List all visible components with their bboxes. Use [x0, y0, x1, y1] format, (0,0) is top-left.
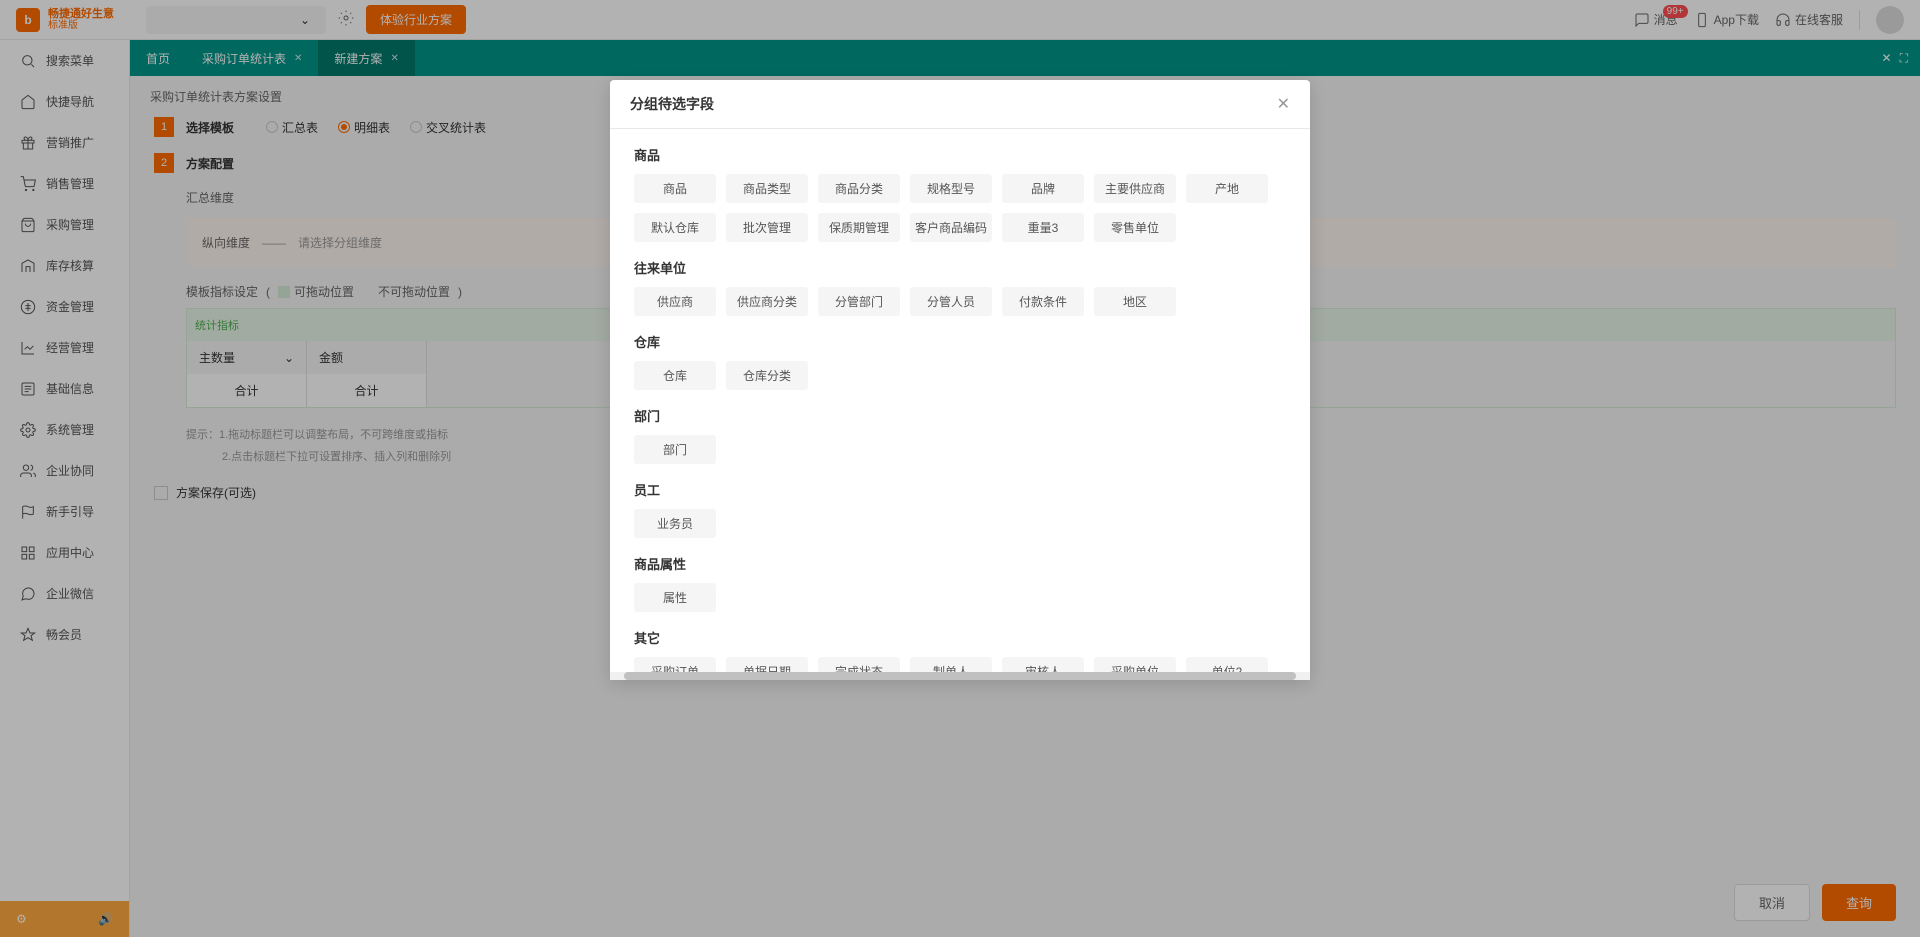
field-tag[interactable]: 重量3 — [1002, 213, 1084, 242]
field-group-1: 往来单位供应商供应商分类分管部门分管人员付款条件地区 — [634, 258, 1286, 316]
field-tag[interactable]: 供应商 — [634, 287, 716, 316]
field-tag[interactable]: 规格型号 — [910, 174, 992, 203]
field-group-title: 商品属性 — [634, 554, 1286, 573]
field-group-title: 商品 — [634, 145, 1286, 164]
field-group-title: 仓库 — [634, 332, 1286, 351]
field-group-0: 商品商品商品类型商品分类规格型号品牌主要供应商产地默认仓库批次管理保质期管理客户… — [634, 145, 1286, 242]
field-tag[interactable]: 产地 — [1186, 174, 1268, 203]
field-tag[interactable]: 分管部门 — [818, 287, 900, 316]
field-group-4: 员工业务员 — [634, 480, 1286, 538]
field-group-title: 员工 — [634, 480, 1286, 499]
field-tag[interactable]: 品牌 — [1002, 174, 1084, 203]
field-tag[interactable]: 商品分类 — [818, 174, 900, 203]
field-tag[interactable]: 单据日期 — [726, 657, 808, 672]
field-tag[interactable]: 商品类型 — [726, 174, 808, 203]
field-tag[interactable]: 采购订单 — [634, 657, 716, 672]
field-tag[interactable]: 商品 — [634, 174, 716, 203]
field-tag[interactable]: 供应商分类 — [726, 287, 808, 316]
field-tag[interactable]: 分管人员 — [910, 287, 992, 316]
modal-overlay[interactable]: 分组待选字段 ✕ 商品商品商品类型商品分类规格型号品牌主要供应商产地默认仓库批次… — [0, 0, 1920, 937]
field-tag[interactable]: 地区 — [1094, 287, 1176, 316]
field-group-title: 其它 — [634, 628, 1286, 647]
field-tag[interactable]: 部门 — [634, 435, 716, 464]
field-group-2: 仓库仓库仓库分类 — [634, 332, 1286, 390]
modal-close-button[interactable]: ✕ — [1277, 94, 1290, 114]
field-tag[interactable]: 零售单位 — [1094, 213, 1176, 242]
field-tag[interactable]: 默认仓库 — [634, 213, 716, 242]
field-group-6: 其它采购订单单据日期完成状态制单人审核人采购单位单位2主计量批号价格类型预计到货… — [634, 628, 1286, 672]
field-tag[interactable]: 属性 — [634, 583, 716, 612]
field-group-3: 部门部门 — [634, 406, 1286, 464]
field-tag[interactable]: 主要供应商 — [1094, 174, 1176, 203]
field-tag[interactable]: 付款条件 — [1002, 287, 1084, 316]
field-tag[interactable]: 客户商品编码 — [910, 213, 992, 242]
modal-title: 分组待选字段 — [630, 94, 714, 114]
field-tag[interactable]: 完成状态 — [818, 657, 900, 672]
field-group-title: 部门 — [634, 406, 1286, 425]
horizontal-scrollbar[interactable] — [610, 672, 1310, 680]
field-selector-modal: 分组待选字段 ✕ 商品商品商品类型商品分类规格型号品牌主要供应商产地默认仓库批次… — [610, 80, 1310, 680]
field-tag[interactable]: 仓库 — [634, 361, 716, 390]
field-tag[interactable]: 采购单位 — [1094, 657, 1176, 672]
field-tag[interactable]: 仓库分类 — [726, 361, 808, 390]
field-tag[interactable]: 批次管理 — [726, 213, 808, 242]
field-tag[interactable]: 单位2 — [1186, 657, 1268, 672]
field-tag[interactable]: 审核人 — [1002, 657, 1084, 672]
field-group-5: 商品属性属性 — [634, 554, 1286, 612]
field-tag[interactable]: 制单人 — [910, 657, 992, 672]
field-tag[interactable]: 业务员 — [634, 509, 716, 538]
field-group-title: 往来单位 — [634, 258, 1286, 277]
field-tag[interactable]: 保质期管理 — [818, 213, 900, 242]
